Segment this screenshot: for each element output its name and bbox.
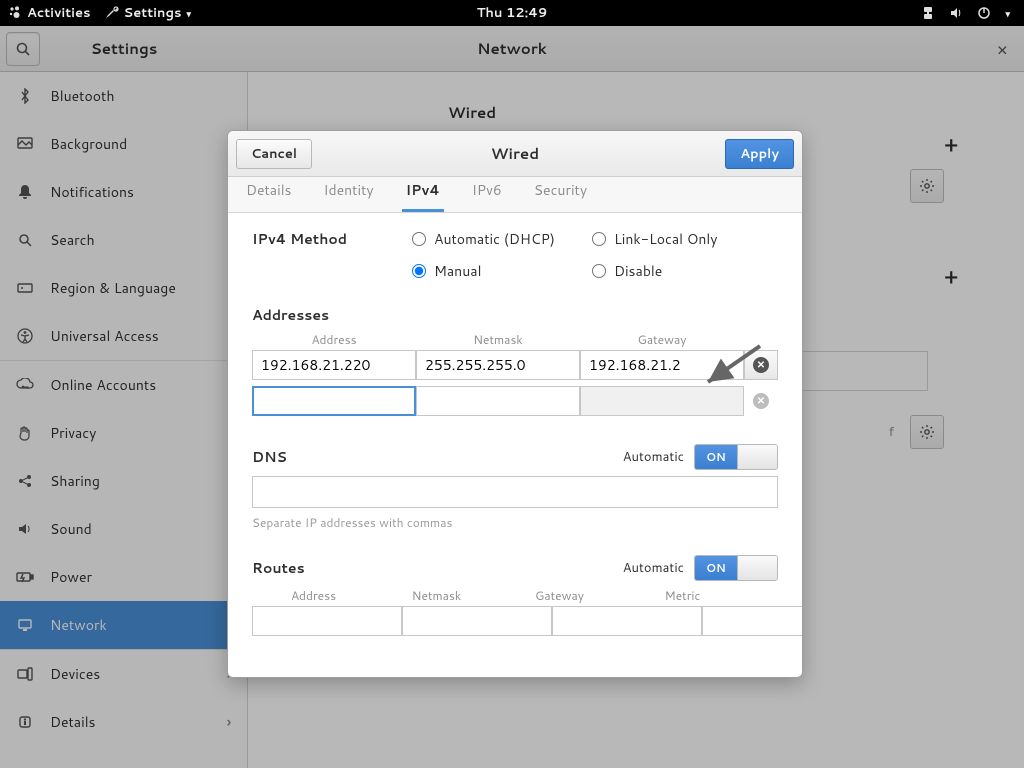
activities-label: Activities xyxy=(27,4,91,22)
app-menu[interactable]: Settings ▾ xyxy=(105,4,191,22)
ipv4-method-label: IPv4 Method xyxy=(252,229,412,249)
dns-automatic-label: Automatic xyxy=(623,448,684,466)
radio-automatic[interactable]: Automatic (DHCP) xyxy=(412,229,592,249)
delete-icon: ✕ xyxy=(753,357,769,373)
chevron-down-icon: ▾ xyxy=(186,7,191,20)
netmask-input[interactable] xyxy=(416,350,580,380)
tab-identity[interactable]: Identity xyxy=(320,172,378,212)
settings-wrench-icon xyxy=(105,6,119,20)
tab-details[interactable]: Details xyxy=(242,172,296,212)
gnome-logo-icon xyxy=(8,6,22,20)
chevron-down-icon[interactable]: ▾ xyxy=(1005,7,1010,20)
routes-automatic-label: Automatic xyxy=(623,559,684,577)
route-metric-input[interactable] xyxy=(702,606,802,636)
routes-automatic-switch[interactable]: ON xyxy=(694,555,778,581)
tab-ipv6[interactable]: IPv6 xyxy=(468,172,506,212)
activities-button[interactable]: Activities xyxy=(8,4,91,22)
netmask-input[interactable] xyxy=(416,386,580,416)
addresses-label: Addresses xyxy=(252,305,778,325)
routes-label: Routes xyxy=(252,558,305,578)
delete-icon: ✕ xyxy=(753,393,769,409)
dialog-title: Wired xyxy=(491,143,539,164)
radio-disable[interactable]: Disable xyxy=(592,261,772,281)
dns-label: DNS xyxy=(252,447,287,467)
route-netmask-input[interactable] xyxy=(402,606,552,636)
routes-headers: Address Netmask Gateway Metric xyxy=(252,587,778,604)
address-input[interactable] xyxy=(252,350,416,380)
delete-row-button[interactable]: ✕ xyxy=(744,350,778,380)
dialog-body[interactable]: IPv4 Method Automatic (DHCP) Link-Local … xyxy=(228,213,802,677)
gateway-input[interactable] xyxy=(580,386,744,416)
gnome-topbar: Activities Settings ▾ Thu 12:49 ▾ xyxy=(0,0,1024,26)
wired-settings-dialog: Cancel Wired Apply Details Identity IPv4… xyxy=(227,130,803,678)
delete-row-button[interactable]: ✕ xyxy=(744,386,778,416)
cancel-button[interactable]: Cancel xyxy=(236,139,312,169)
tab-security[interactable]: Security xyxy=(530,172,591,212)
radio-manual[interactable]: Manual xyxy=(412,261,592,281)
address-input[interactable] xyxy=(252,386,416,416)
dns-hint: Separate IP addresses with commas xyxy=(252,514,778,531)
gateway-input[interactable] xyxy=(580,350,744,380)
app-menu-label: Settings xyxy=(124,4,182,22)
radio-link-local[interactable]: Link-Local Only xyxy=(592,229,772,249)
network-tray-icon[interactable] xyxy=(921,6,935,20)
dialog-tabs: Details Identity IPv4 IPv6 Security xyxy=(228,177,802,213)
dns-automatic-switch[interactable]: ON xyxy=(694,444,778,470)
routes-row: ✕ xyxy=(252,606,778,636)
route-address-input[interactable] xyxy=(252,606,402,636)
clock[interactable]: Thu 12:49 xyxy=(477,4,548,22)
dialog-header: Cancel Wired Apply xyxy=(228,131,802,177)
dns-input[interactable] xyxy=(252,476,778,508)
route-gateway-input[interactable] xyxy=(552,606,702,636)
address-row-empty: ✕ xyxy=(252,386,778,416)
tab-ipv4[interactable]: IPv4 xyxy=(402,172,444,212)
power-tray-icon[interactable] xyxy=(977,6,991,20)
apply-button[interactable]: Apply xyxy=(725,139,794,169)
address-headers: Address Netmask Gateway xyxy=(252,331,778,348)
address-row: ✕ xyxy=(252,350,778,380)
volume-tray-icon[interactable] xyxy=(949,6,963,20)
